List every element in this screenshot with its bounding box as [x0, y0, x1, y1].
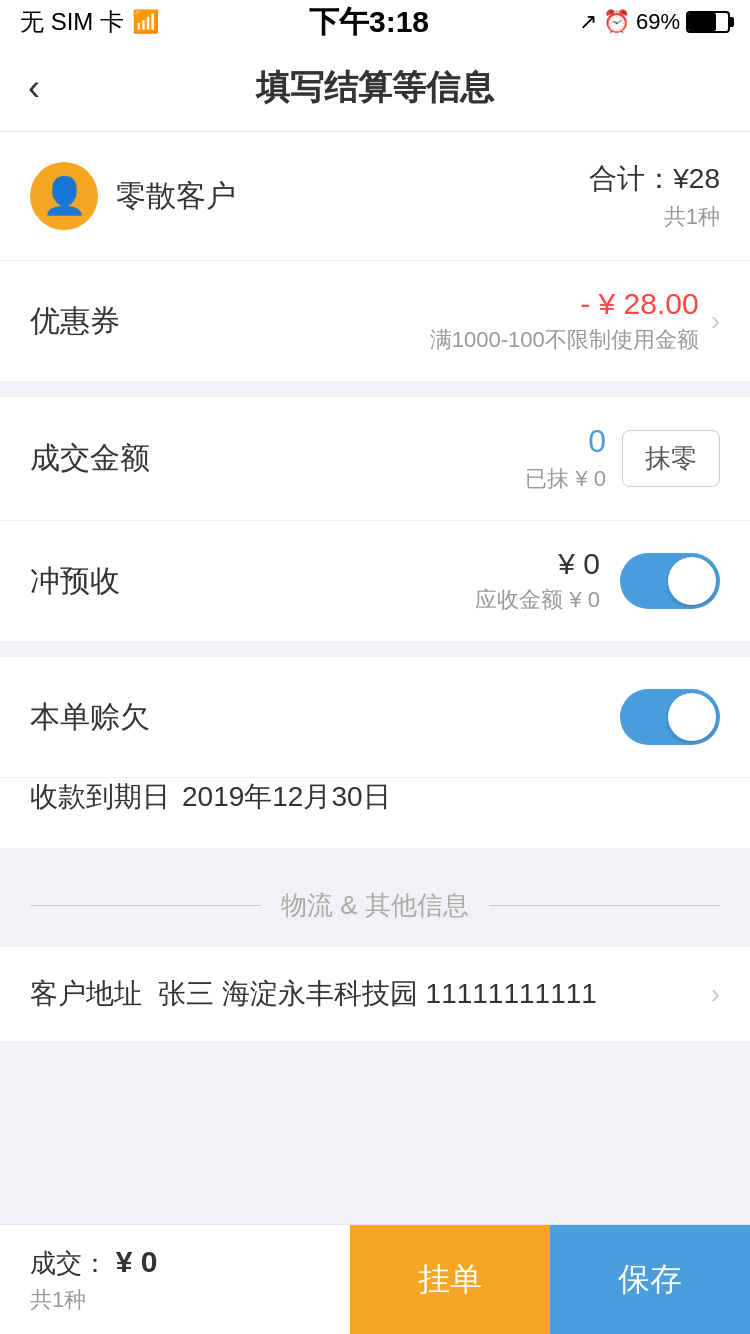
- due-date-label: 收款到期日: [30, 778, 170, 816]
- logistics-divider: 物流 & 其他信息: [0, 864, 750, 947]
- address-chevron-icon: ›: [711, 978, 720, 1010]
- alarm-icon: ⏰: [603, 9, 630, 35]
- customer-total: 合计：¥28 共1种: [589, 160, 720, 232]
- precollect-value: ¥ 0: [475, 547, 600, 581]
- customer-name: 零散客户: [116, 176, 236, 217]
- total-amount: 合计：¥28: [589, 160, 720, 198]
- bottom-summary: 成交： ¥ 0 共1种: [0, 1245, 350, 1315]
- precollect-right: ¥ 0 应收金额 ¥ 0: [475, 547, 720, 615]
- back-button[interactable]: ‹: [28, 67, 40, 109]
- status-left: 无 SIM 卡 📶: [20, 6, 159, 38]
- bottom-summary-top: 成交： ¥ 0: [30, 1245, 320, 1281]
- customer-section: 👤 零散客户 合计：¥28 共1种 优惠券 - ¥ 28.00 满1000-10…: [0, 132, 750, 381]
- status-time: 下午3:18: [309, 2, 429, 43]
- summary-label: 成交：: [30, 1248, 108, 1278]
- bottom-btn-group: 挂单 保存: [350, 1225, 750, 1334]
- customer-left: 👤 零散客户: [30, 162, 236, 230]
- coupon-row[interactable]: 优惠券 - ¥ 28.00 满1000-100不限制使用金额 ›: [0, 260, 750, 381]
- due-date-row: 收款到期日 2019年12月30日: [0, 777, 750, 848]
- summary-count: 共1种: [30, 1285, 320, 1315]
- avatar: 👤: [30, 162, 98, 230]
- toggle-knob: [668, 557, 716, 605]
- transaction-value: 0: [525, 423, 606, 460]
- debt-row: 本单赊欠: [0, 657, 750, 777]
- nav-bar: ‹ 填写结算等信息: [0, 44, 750, 132]
- content-area: 👤 零散客户 合计：¥28 共1种 优惠券 - ¥ 28.00 满1000-10…: [0, 132, 750, 1197]
- total-count: 共1种: [589, 202, 720, 232]
- amount-col: 0 已抹 ¥ 0: [525, 423, 606, 494]
- debt-label: 本单赊欠: [30, 697, 150, 738]
- transaction-sub: 已抹 ¥ 0: [525, 464, 606, 494]
- transaction-right: 0 已抹 ¥ 0 抹零: [525, 423, 720, 494]
- debt-toggle-knob: [668, 693, 716, 741]
- divider-line-left: [30, 905, 261, 906]
- coupon-label: 优惠券: [30, 301, 120, 342]
- address-section: 客户地址 张三 海淀永丰科技园 11111111111 ›: [0, 947, 750, 1041]
- address-label: 客户地址: [30, 975, 142, 1013]
- logistics-label: 物流 & 其他信息: [281, 888, 469, 923]
- status-right: ↗ ⏰ 69%: [579, 9, 730, 35]
- status-bar: 无 SIM 卡 📶 下午3:18 ↗ ⏰ 69%: [0, 0, 750, 44]
- precollect-sub: 应收金额 ¥ 0: [475, 585, 600, 615]
- transaction-amount-row: 成交金额 0 已抹 ¥ 0 抹零: [0, 397, 750, 520]
- round-button[interactable]: 抹零: [622, 430, 720, 487]
- precollect-label: 冲预收: [30, 561, 120, 602]
- precollect-amount: ¥ 0 应收金额 ¥ 0: [475, 547, 600, 615]
- carrier-text: 无 SIM 卡: [20, 6, 124, 38]
- coupon-desc: 满1000-100不限制使用金额: [430, 325, 699, 355]
- battery-icon: [686, 11, 730, 33]
- hold-button[interactable]: 挂单: [350, 1225, 550, 1334]
- precollect-toggle[interactable]: [620, 553, 720, 609]
- battery-fill: [688, 13, 716, 31]
- bottom-bar: 成交： ¥ 0 共1种 挂单 保存: [0, 1224, 750, 1334]
- page-title: 填写结算等信息: [256, 65, 494, 111]
- debt-section: 本单赊欠 收款到期日 2019年12月30日: [0, 657, 750, 848]
- battery-percent: 69%: [636, 9, 680, 35]
- debt-toggle[interactable]: [620, 689, 720, 745]
- address-value: 张三 海淀永丰科技园 11111111111: [158, 975, 597, 1013]
- address-row[interactable]: 客户地址 张三 海淀永丰科技园 11111111111 ›: [0, 947, 750, 1041]
- transaction-label: 成交金额: [30, 438, 150, 479]
- coupon-discount: - ¥ 28.00: [430, 287, 699, 321]
- due-date-value: 2019年12月30日: [182, 778, 391, 816]
- coupon-info: - ¥ 28.00 满1000-100不限制使用金额: [430, 287, 699, 355]
- location-icon: ↗: [579, 9, 597, 35]
- address-left: 客户地址 张三 海淀永丰科技园 11111111111: [30, 975, 597, 1013]
- coupon-right: - ¥ 28.00 满1000-100不限制使用金额 ›: [430, 287, 720, 355]
- wifi-icon: 📶: [132, 9, 159, 35]
- divider-line-right: [489, 905, 720, 906]
- customer-row: 👤 零散客户 合计：¥28 共1种: [0, 132, 750, 260]
- save-button[interactable]: 保存: [550, 1225, 750, 1334]
- summary-amount: ¥ 0: [116, 1245, 158, 1278]
- precollect-row: 冲预收 ¥ 0 应收金额 ¥ 0: [0, 520, 750, 641]
- transaction-section: 成交金额 0 已抹 ¥ 0 抹零 冲预收 ¥ 0 应收金额 ¥ 0: [0, 397, 750, 641]
- chevron-right-icon: ›: [711, 305, 720, 337]
